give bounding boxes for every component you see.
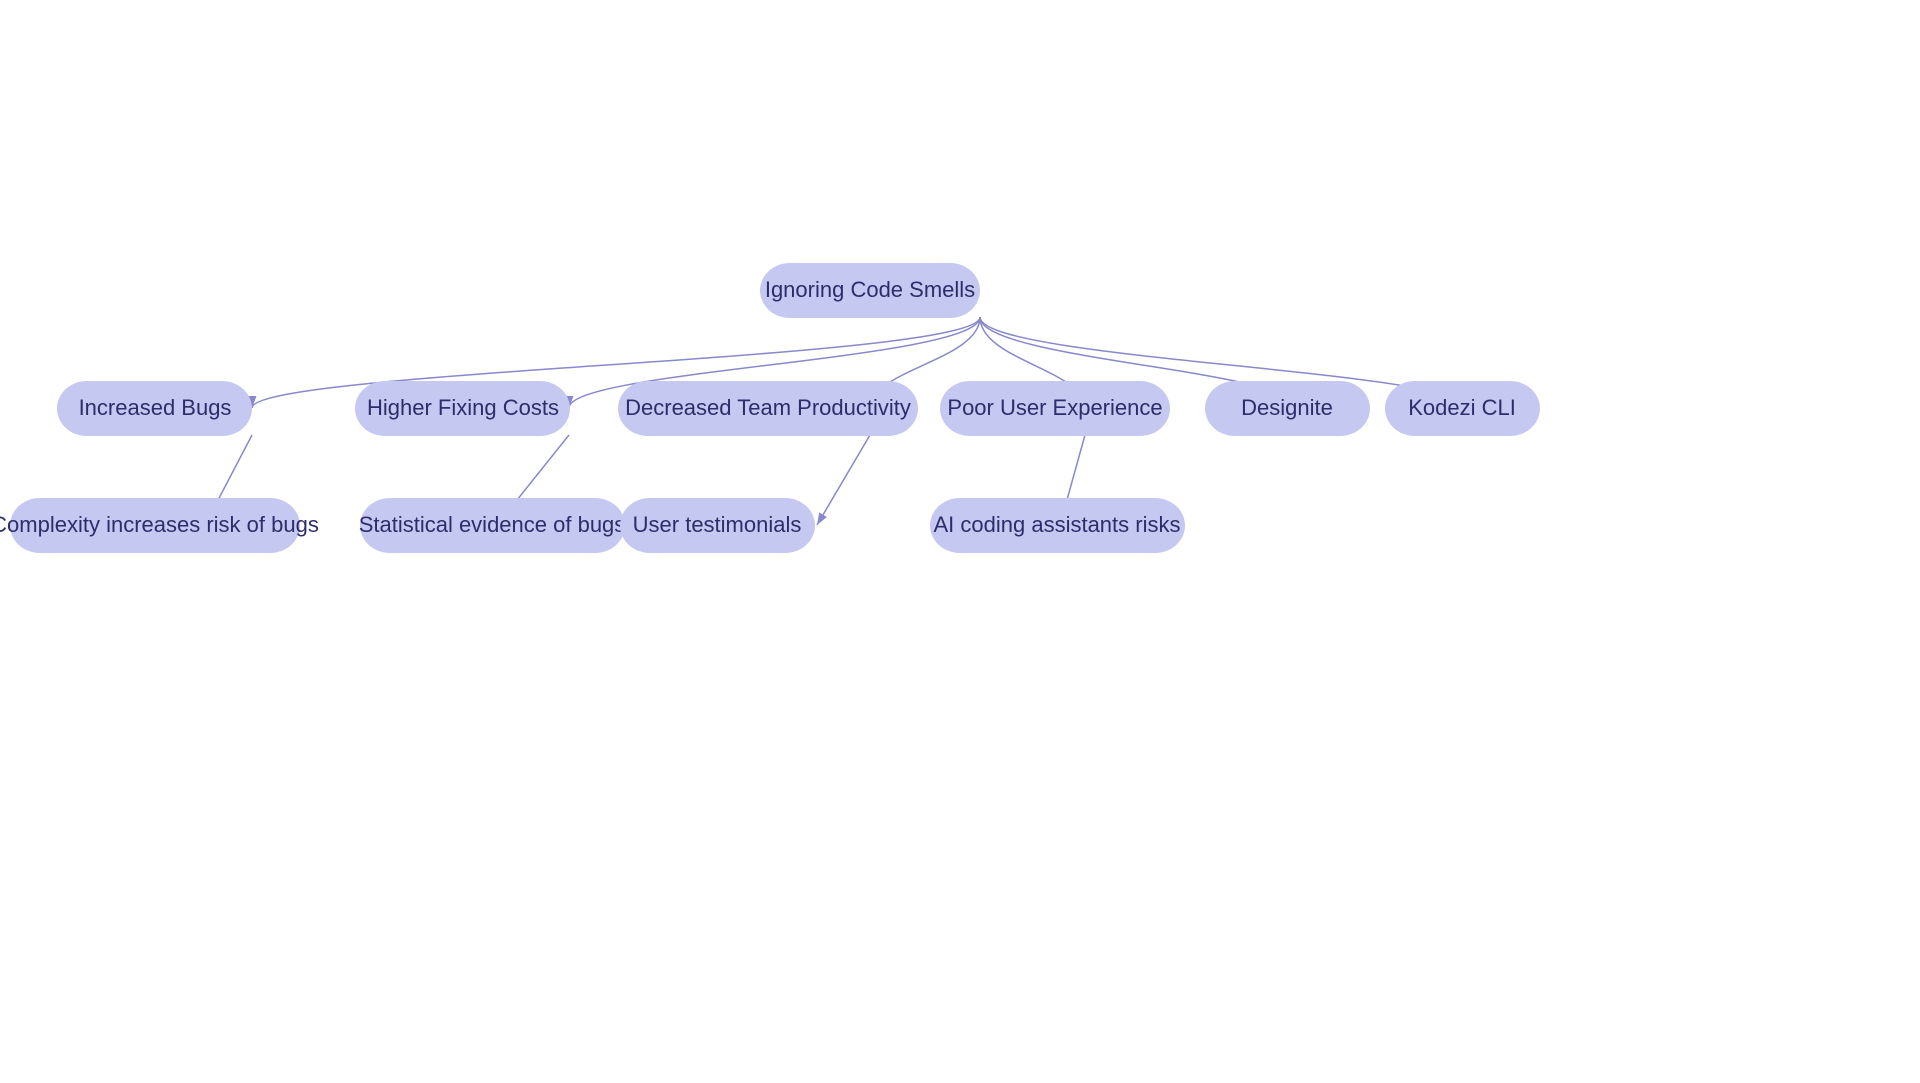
ai-risks-label: AI coding assistants risks (934, 512, 1181, 537)
statistical-evidence-label: Statistical evidence of bugs (359, 512, 626, 537)
connector-productivity-testimonials (817, 435, 870, 525)
user-testimonials-label: User testimonials (633, 512, 802, 537)
poor-ux-label: Poor User Experience (947, 395, 1162, 420)
higher-fixing-costs-label: Higher Fixing Costs (367, 395, 559, 420)
complexity-risk-label: Complexity increases risk of bugs (0, 512, 319, 537)
increased-bugs-label: Increased Bugs (79, 395, 232, 420)
designite-label: Designite (1241, 395, 1333, 420)
root-node-label: Ignoring Code Smells (765, 277, 975, 302)
decreased-productivity-label: Decreased Team Productivity (625, 395, 911, 420)
mind-map-diagram: Ignoring Code Smells Increased Bugs High… (0, 0, 1920, 1083)
kodezi-cli-label: Kodezi CLI (1408, 395, 1516, 420)
